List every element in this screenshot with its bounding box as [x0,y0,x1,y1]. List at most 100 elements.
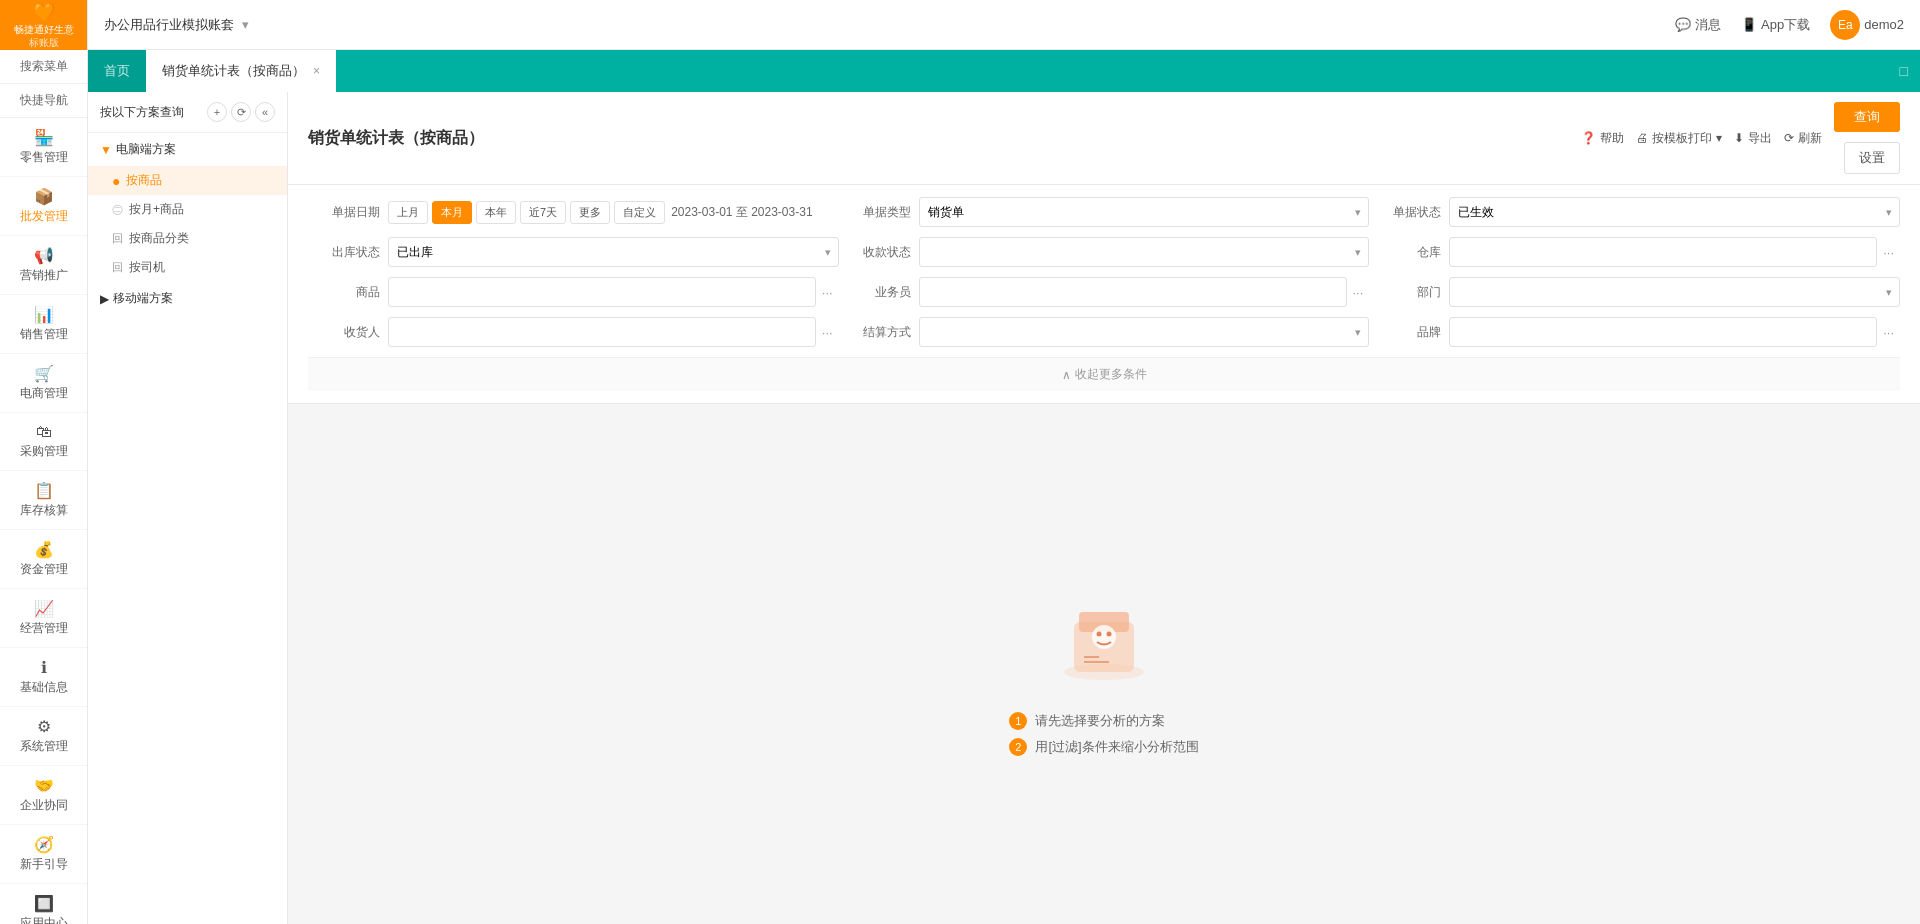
sidebar-item-purchase[interactable]: 🛍 采购管理 [0,413,87,471]
date-btn-lastmonth[interactable]: 上月 [388,201,428,224]
sidebar-item-label: 基础信息 [20,679,68,696]
sidebar-item-wholesale[interactable]: 📦 批发管理 [0,177,87,236]
sales-icon: 📊 [34,305,54,324]
goods-input[interactable] [388,277,816,307]
sidebar-item-sales[interactable]: 📊 销售管理 [0,295,87,354]
section-arrow-icon: ▼ [100,143,112,157]
receiptstatus-select[interactable] [919,237,1370,267]
help-label: 帮助 [1600,130,1624,147]
header-dropdown-icon[interactable]: ▾ [242,17,249,32]
refresh-label: 刷新 [1798,130,1822,147]
sidebar-item-label: 营销推广 [20,267,68,284]
content-area: 按以下方案查询 + ⟳ « ▼ 电脑端方案 ● 按商品 ㊁ 按月+商品 回 [88,92,1920,924]
brand-input[interactable] [1449,317,1877,347]
sidebar-item-label: 企业协同 [20,797,68,814]
recipient-input[interactable] [388,317,816,347]
sidebar-item-appcenter[interactable]: 🔲 应用中心 [0,884,87,924]
dept-select[interactable] [1449,277,1900,307]
date-btn-7days[interactable]: 近7天 [520,201,566,224]
item-icon-2: 回 [112,231,123,246]
header-title: 办公用品行业模拟账套 [104,16,234,34]
top-header: 办公用品行业模拟账套 ▾ 💬 消息 📱 App下载 Ea demo2 [88,0,1920,50]
settings-button[interactable]: 设置 [1844,142,1900,174]
tab-home[interactable]: 首页 [88,50,146,92]
date-btn-thismonth[interactable]: 本月 [432,201,472,224]
panel-item-by-category[interactable]: 回 按商品分类 [88,224,287,253]
refresh-btn[interactable]: ⟳ 刷新 [1784,130,1822,147]
salesperson-label: 业务员 [839,284,919,301]
add-scheme-btn[interactable]: + [207,102,227,122]
sidebar-item-ecommerce[interactable]: 🛒 电商管理 [0,354,87,413]
outstatus-select[interactable]: 已出库 [388,237,839,267]
warehouse-dots[interactable]: ··· [1877,245,1900,260]
settlement-select[interactable] [919,317,1370,347]
salesperson-control: ··· [919,277,1370,307]
template-print-label: 按模板打印 [1652,130,1712,147]
message-btn[interactable]: 💬 消息 [1675,16,1721,34]
page-header: 销货单统计表（按商品） ❓ 帮助 🖨 按模板打印 ▾ ⬇ 导出 [288,92,1920,185]
app-download-btn[interactable]: 📱 App下载 [1741,16,1810,34]
app-download-label: App下载 [1761,16,1810,34]
sidebar-item-label: 批发管理 [20,208,68,225]
sidebar-item-retail[interactable]: 🏪 零售管理 [0,118,87,177]
template-print-btn[interactable]: 🖨 按模板打印 ▾ [1636,130,1722,147]
sidebar-item-marketing[interactable]: 📢 营销推广 [0,236,87,295]
dept-wrapper [1449,277,1900,307]
collapse-chevron-icon: ∧ [1062,368,1071,382]
panel-item-by-driver[interactable]: 回 按司机 [88,253,287,282]
tab-close-btn[interactable]: × [313,64,320,78]
active-scheme-icon: ● [112,173,120,189]
doctype-select[interactable]: 销货单 [919,197,1370,227]
tab-maximize-btn[interactable]: □ [1896,59,1912,83]
goods-label: 商品 [308,284,388,301]
right-content: 销货单统计表（按商品） ❓ 帮助 🖨 按模板打印 ▾ ⬇ 导出 [288,92,1920,924]
user-avatar: Ea [1830,10,1860,40]
sidebar-item-sysconfig[interactable]: ⚙ 系统管理 [0,707,87,766]
header-right: 💬 消息 📱 App下载 Ea demo2 [1675,10,1904,40]
date-btn-more[interactable]: 更多 [570,201,610,224]
section-desktop[interactable]: ▼ 电脑端方案 [88,133,287,166]
sidebar-item-label: 系统管理 [20,738,68,755]
sidebar-item-label: 资金管理 [20,561,68,578]
panel-item-label-1: 按月+商品 [129,201,184,218]
collapse-filter-btn[interactable]: ∧ 收起更多条件 [308,357,1900,391]
search-menu-item[interactable]: 搜索菜单 [0,50,87,84]
sidebar-item-finance[interactable]: 💰 资金管理 [0,530,87,589]
tip-text-1: 请先选择要分析的方案 [1035,712,1165,730]
section-mobile[interactable]: ▶ 移动端方案 [88,282,287,315]
help-btn[interactable]: ❓ 帮助 [1581,130,1624,147]
goods-dots[interactable]: ··· [816,285,839,300]
date-btn-thisyear[interactable]: 本年 [476,201,516,224]
user-profile-btn[interactable]: Ea demo2 [1830,10,1904,40]
docstatus-select[interactable]: 已生效 [1449,197,1900,227]
query-button[interactable]: 查询 [1834,102,1900,132]
salesperson-dots[interactable]: ··· [1347,285,1370,300]
sidebar-item-collab[interactable]: 🤝 企业协同 [0,766,87,825]
panel-item-by-month-goods[interactable]: ㊁ 按月+商品 [88,195,287,224]
tip-text-2: 用[过滤]条件来缩小分析范围 [1035,738,1198,756]
recipient-dots[interactable]: ··· [816,325,839,340]
brand-dots[interactable]: ··· [1877,325,1900,340]
quick-nav-item[interactable]: 快捷导航 [0,84,87,118]
sidebar-item-inventory[interactable]: 📋 库存核算 [0,471,87,530]
doctype-wrapper: 销货单 [919,197,1370,227]
panel-item-by-goods[interactable]: ● 按商品 [88,166,287,195]
sidebar-item-label: 库存核算 [20,502,68,519]
docstatus-label: 单据状态 [1369,204,1449,221]
panel-item-label-2: 按商品分类 [129,230,189,247]
export-btn[interactable]: ⬇ 导出 [1734,130,1772,147]
date-btn-custom[interactable]: 自定义 [614,201,665,224]
collapse-panel-btn[interactable]: « [255,102,275,122]
sidebar-item-operations[interactable]: 📈 经营管理 [0,589,87,648]
refresh-scheme-btn[interactable]: ⟳ [231,102,251,122]
docstatus-wrapper: 已生效 [1449,197,1900,227]
message-icon: 💬 [1675,17,1691,32]
tab-active[interactable]: 销货单统计表（按商品） × [146,50,336,92]
salesperson-input[interactable] [919,277,1347,307]
sidebar: 🧡 畅捷通好生意 标账版 搜索菜单 快捷导航 🏪 零售管理 📦 批发管理 📢 营… [0,0,88,924]
warehouse-input[interactable] [1449,237,1877,267]
sidebar-item-basicinfo[interactable]: ℹ 基础信息 [0,648,87,707]
date-range-control: 上月 本月 本年 近7天 更多 自定义 2023-03-01 至 2023-03… [388,201,839,224]
sidebar-item-guide[interactable]: 🧭 新手引导 [0,825,87,884]
dept-label: 部门 [1369,284,1449,301]
